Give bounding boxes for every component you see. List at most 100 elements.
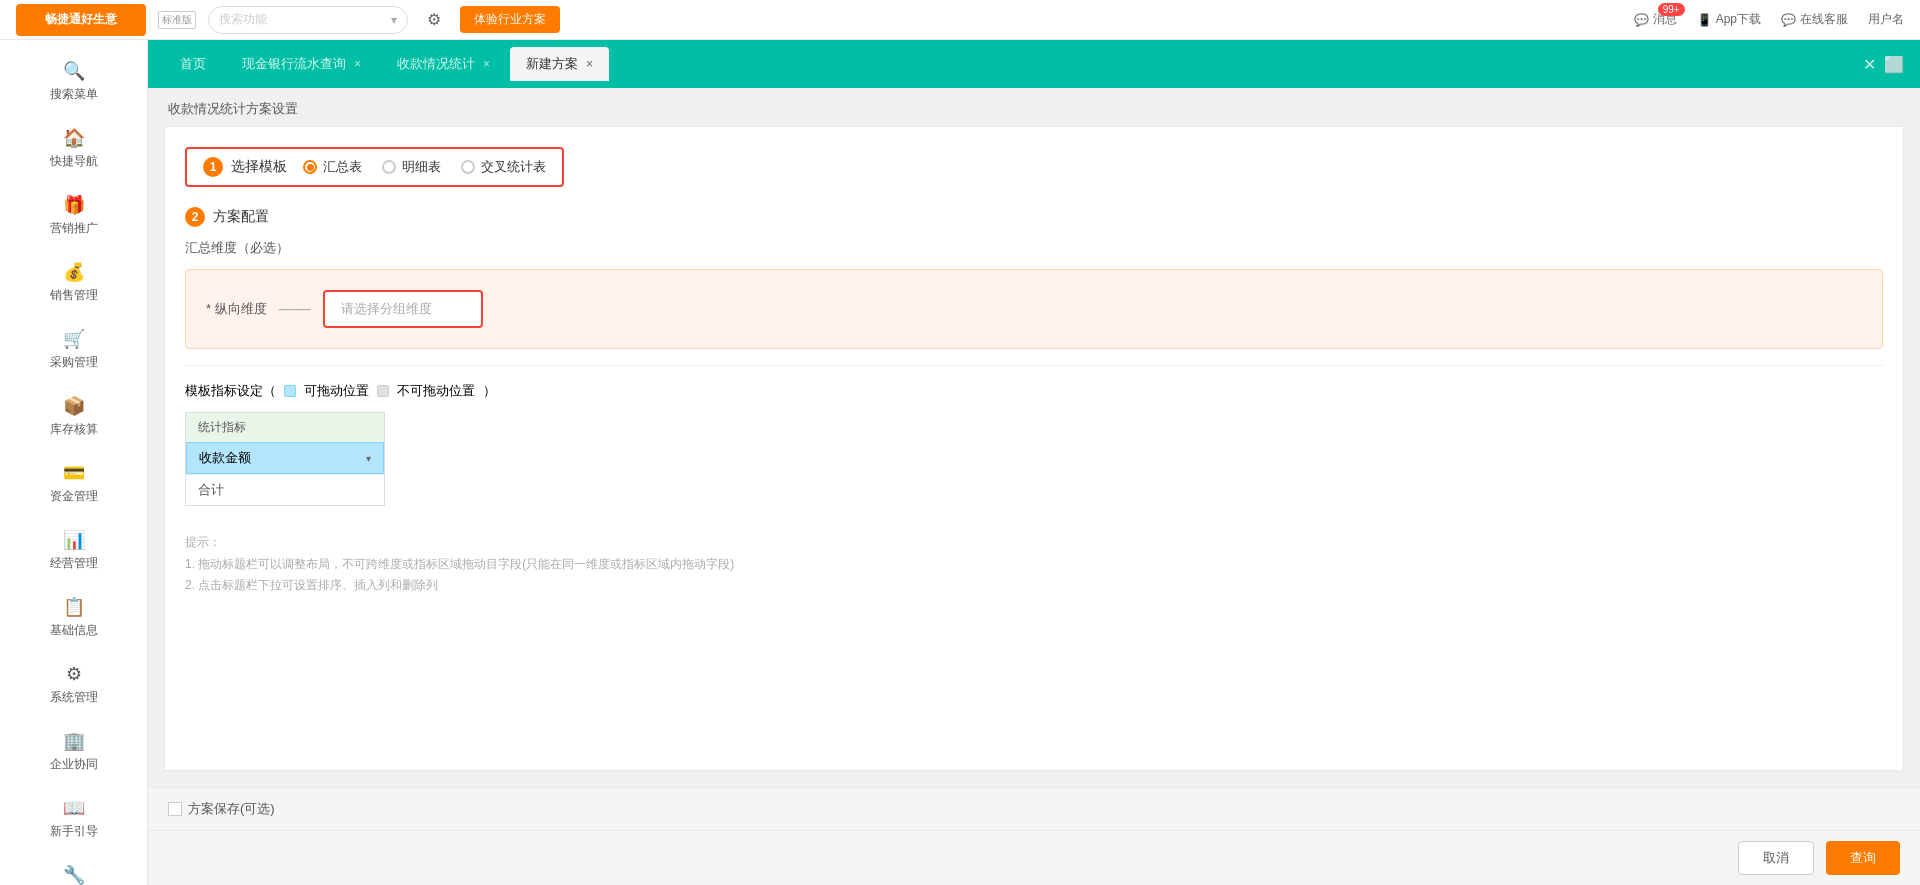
fixed-dot xyxy=(377,385,389,397)
service-label: 在线客服 xyxy=(1800,11,1848,28)
template-radio-group: 汇总表 明细表 交叉统计表 xyxy=(303,158,546,176)
tab-bar: 首页 现金银行流水查询 × 收款情况统计 × 新建方案 × ✕ ⬜ xyxy=(148,40,1920,88)
metrics-tag-row[interactable]: 收款金额 ▾ xyxy=(186,442,384,474)
tab-receipts[interactable]: 收款情况统计 × xyxy=(381,47,506,81)
sidebar-item-inventory[interactable]: 📦 库存核算 xyxy=(0,383,147,450)
hardware-icon: 🔧 xyxy=(63,864,85,885)
tab-receipts-close[interactable]: × xyxy=(483,57,490,71)
tab-cashflow-label: 现金银行流水查询 xyxy=(242,55,346,73)
user-item[interactable]: 用户名 xyxy=(1868,11,1904,28)
metrics-total-label: 合计 xyxy=(198,482,224,497)
app-label: App下载 xyxy=(1716,11,1761,28)
sidebar-item-enterprise[interactable]: 🏢 企业协同 xyxy=(0,718,147,785)
user-label: 用户名 xyxy=(1868,11,1904,28)
tab-new-plan-close[interactable]: × xyxy=(586,57,593,71)
operations-icon: 📊 xyxy=(63,529,85,551)
inventory-icon: 📦 xyxy=(63,395,85,417)
radio-detail[interactable]: 明细表 xyxy=(382,158,441,176)
sidebar-label-search: 搜索菜单 xyxy=(50,86,98,103)
section-divider xyxy=(185,365,1883,366)
metrics-header-row: 模板指标设定（ 可拖动位置 不可拖动位置 ） xyxy=(185,382,1883,400)
tip-1: 1. 拖动标题栏可以调整布局，不可跨维度或指标区域拖动目字段(只能在同一维度或指… xyxy=(185,554,1883,576)
fixed-legend: 不可拖动位置 xyxy=(377,382,475,400)
metrics-chevron-icon: ▾ xyxy=(366,453,371,464)
radio-cross-circle xyxy=(461,160,475,174)
content-area: 首页 现金银行流水查询 × 收款情况统计 × 新建方案 × ✕ ⬜ xyxy=(148,40,1920,885)
customer-service-item[interactable]: 💬 在线客服 xyxy=(1781,11,1848,28)
sidebar-label-system: 系统管理 xyxy=(50,689,98,706)
brand-name: 畅捷通好生意 xyxy=(45,11,117,28)
movable-label: 可拖动位置 xyxy=(304,382,369,400)
stats-header-row: 统计指标 xyxy=(186,413,384,442)
radio-cross-label: 交叉统计表 xyxy=(481,158,546,176)
close-window-icon[interactable]: ✕ xyxy=(1863,55,1876,74)
radio-detail-circle xyxy=(382,160,396,174)
step2-header: 2 方案配置 xyxy=(185,207,1883,227)
radio-cross[interactable]: 交叉统计表 xyxy=(461,158,546,176)
maximize-icon[interactable]: ⬜ xyxy=(1884,55,1904,74)
tab-new-plan[interactable]: 新建方案 × xyxy=(510,47,609,81)
brand-tag: 标准版 xyxy=(158,11,196,29)
service-icon: 💬 xyxy=(1781,13,1796,27)
sidebar-label-quicknav: 快捷导航 xyxy=(50,153,98,170)
app-download-item[interactable]: 📱 App下载 xyxy=(1697,11,1761,28)
trial-button[interactable]: 体验行业方案 xyxy=(460,6,560,33)
step1-section: 1 选择模板 汇总表 xyxy=(185,147,1883,187)
gift-icon: 🎁 xyxy=(63,194,85,216)
step2-label: 方案配置 xyxy=(213,208,269,226)
step2-num: 2 xyxy=(185,207,205,227)
sidebar-label-enterprise: 企业协同 xyxy=(50,756,98,773)
tab-cashflow-close[interactable]: × xyxy=(354,57,361,71)
sidebar-item-search[interactable]: 🔍 搜索菜单 xyxy=(0,48,147,115)
sidebar-item-operations[interactable]: 📊 经营管理 xyxy=(0,517,147,584)
radio-summary[interactable]: 汇总表 xyxy=(303,158,362,176)
search-bar[interactable]: 搜索功能 ▾ xyxy=(208,6,408,34)
page-title: 收款情况统计方案设置 xyxy=(168,101,298,116)
brand-logo: 畅捷通好生意 xyxy=(16,4,146,36)
sidebar-label-guide: 新手引导 xyxy=(50,823,98,840)
action-bar: 取消 查询 xyxy=(148,830,1920,885)
metrics-tag-label: 收款金额 xyxy=(199,449,251,467)
page-footer: 方案保存(可选) xyxy=(148,787,1920,830)
save-plan-checkbox-box xyxy=(168,802,182,816)
tab-cashflow[interactable]: 现金银行流水查询 × xyxy=(226,47,377,81)
sidebar-item-purchase[interactable]: 🛒 采购管理 xyxy=(0,316,147,383)
metrics-total-row: 合计 xyxy=(186,474,384,505)
summary-dimension-title: 汇总维度（必选） xyxy=(185,239,1883,257)
main-layout: 🔍 搜索菜单 🏠 快捷导航 🎁 营销推广 💰 销售管理 🛒 采购管理 📦 xyxy=(0,40,1920,885)
summary-dimension-section: 汇总维度（必选） * 纵向维度 —— 请选择分组维度 xyxy=(185,239,1883,349)
tab-home[interactable]: 首页 xyxy=(164,47,222,81)
sidebar-item-marketing[interactable]: 🎁 营销推广 xyxy=(0,182,147,249)
sidebar-item-finance[interactable]: 💳 资金管理 xyxy=(0,450,147,517)
query-button[interactable]: 查询 xyxy=(1826,841,1900,875)
sidebar-label-sales: 销售管理 xyxy=(50,287,98,304)
step2-section: 2 方案配置 汇总维度（必选） * 纵向维度 —— xyxy=(185,207,1883,607)
vertical-dim-label: * 纵向维度 xyxy=(206,300,267,318)
sidebar-label-inventory: 库存核算 xyxy=(50,421,98,438)
template-selection-box: 1 选择模板 汇总表 xyxy=(185,147,564,187)
dimension-select-placeholder: 请选择分组维度 xyxy=(341,301,432,316)
dimension-select[interactable]: 请选择分组维度 xyxy=(323,290,483,328)
sidebar-item-basic[interactable]: 📋 基础信息 xyxy=(0,584,147,651)
sidebar-item-hardware[interactable]: 🔧 智能硬件 xyxy=(0,852,147,885)
dimension-row: * 纵向维度 —— 请选择分组维度 xyxy=(206,290,1862,328)
sidebar-item-sales[interactable]: 💰 销售管理 xyxy=(0,249,147,316)
gear-button[interactable]: ⚙ xyxy=(420,6,448,34)
tab-home-label: 首页 xyxy=(180,55,206,73)
message-badge-item[interactable]: 💬 消息 99+ xyxy=(1634,11,1677,28)
purchase-icon: 🛒 xyxy=(63,328,85,350)
radio-summary-circle xyxy=(303,160,317,174)
tip-2: 2. 点击标题栏下拉可设置排序、插入列和删除列 xyxy=(185,575,1883,597)
sidebar-item-guide[interactable]: 📖 新手引导 xyxy=(0,785,147,852)
sidebar-label-purchase: 采购管理 xyxy=(50,354,98,371)
sidebar-item-quicknav[interactable]: 🏠 快捷导航 xyxy=(0,115,147,182)
metrics-section: 模板指标设定（ 可拖动位置 不可拖动位置 ） xyxy=(185,382,1883,506)
sidebar-item-system[interactable]: ⚙ 系统管理 xyxy=(0,651,147,718)
top-bar-right: 💬 消息 99+ 📱 App下载 💬 在线客服 用户名 xyxy=(1634,11,1904,28)
tab-bar-right: ✕ ⬜ xyxy=(1863,55,1904,74)
radio-summary-label: 汇总表 xyxy=(323,158,362,176)
search-dropdown-icon: ▾ xyxy=(391,13,397,27)
home-icon: 🏠 xyxy=(63,127,85,149)
cancel-button[interactable]: 取消 xyxy=(1738,841,1814,875)
save-plan-checkbox[interactable]: 方案保存(可选) xyxy=(168,800,275,818)
